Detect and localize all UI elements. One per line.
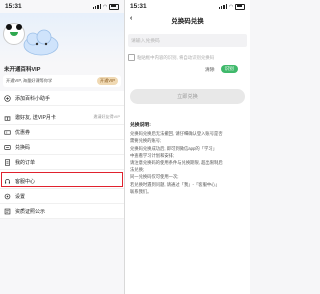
page-title: 兑换码兑换	[171, 18, 204, 25]
battery-icon	[109, 3, 119, 10]
plus-circle-icon	[4, 94, 11, 102]
notes-line: 请注意兑换码的使用条件与兑换期限, 超出限制后	[130, 160, 223, 166]
order-icon	[4, 158, 11, 166]
notes-line: 中查看学习计划和安排;	[130, 152, 175, 158]
notes-line: 若兑换时遇到问题, 请通过「我」-「客服中心」	[130, 181, 220, 187]
certificate-icon	[4, 208, 11, 215]
notes-title: 兑换说明:	[130, 123, 151, 128]
gear-icon	[4, 193, 11, 200]
status-time: 15:31	[5, 3, 22, 10]
battery-icon	[235, 3, 245, 10]
notes-line: 兑换码兑换成功后, 即可到微信app的「学习」	[130, 145, 217, 151]
menu-item-coupon[interactable]: 优惠券	[0, 125, 124, 140]
redeem-screen: 15:31 ◠ ‹ 兑换码兑换 请输入兑换码 粘贴框中内容的识别, 将自动识别兑…	[125, 0, 250, 294]
menu-list: 添加百科小助手 邀好友, 送VIP月卡 邀请好友得VIP 优惠券 兑换码 我的订…	[0, 91, 124, 219]
paste-hint: 粘贴框中内容的识别, 将自动识别兑换码	[137, 54, 215, 60]
menu-item-add-assistant[interactable]: 添加百科小助手	[0, 91, 124, 106]
cloud-mascot-icon	[23, 29, 59, 56]
back-arrow-icon[interactable]: ‹	[130, 15, 132, 22]
status-bar: 15:31 ◠	[125, 0, 250, 13]
redeem-icon	[4, 144, 11, 151]
status-time: 15:31	[130, 3, 147, 10]
recognize-button[interactable]: 识别	[220, 65, 238, 73]
paste-hint-row: 粘贴框中内容的识别, 将自动识别兑换码	[128, 54, 247, 61]
clear-button[interactable]: 清除	[205, 66, 215, 73]
vip-desc: 开通VIP, 海量好课等你学	[6, 78, 53, 83]
vip-card[interactable]: 开通VIP, 海量好课等你学 开通VIP	[3, 75, 121, 87]
signal-icon	[92, 4, 102, 9]
nav-bar: ‹ 兑换码兑换	[125, 15, 250, 25]
notes-line: 法兑换;	[130, 167, 145, 173]
redeem-now-button[interactable]: 立即兑换	[130, 89, 245, 104]
vip-title: 未开通百科VIP	[4, 67, 41, 73]
wifi-icon: ◠	[229, 3, 233, 10]
notes-line: 联系我们。	[130, 188, 152, 194]
redeem-code-input[interactable]: 请输入兑换码	[128, 34, 247, 47]
redeem-code-highlight	[1, 172, 123, 187]
menu-item-redeem-code[interactable]: 兑换码	[0, 140, 124, 155]
signal-icon	[218, 4, 228, 9]
input-actions: 清除 识别	[125, 65, 250, 73]
open-vip-button[interactable]: 开通VIP	[96, 77, 118, 85]
menu-item-certificates[interactable]: 资质证照公示	[0, 204, 124, 219]
notes-line: 同一兑换码仅可使用一次;	[130, 174, 179, 180]
wifi-icon: ◠	[103, 3, 107, 10]
status-bar: 15:31 ◠	[0, 0, 124, 13]
coupon-icon	[4, 129, 11, 136]
clipboard-icon	[128, 54, 135, 61]
gift-icon	[4, 114, 11, 121]
notes-line: 兑换码兑换后无法撤回, 请仔细确认登入账号是否	[130, 131, 223, 137]
profile-header	[0, 13, 124, 63]
menu-item-settings[interactable]: 设置	[0, 189, 124, 204]
menu-item-orders[interactable]: 我的订单	[0, 155, 124, 170]
notes-line: 需要兑换的账号;	[130, 138, 162, 144]
menu-item-invite[interactable]: 邀好友, 送VIP月卡 邀请好友得VIP	[0, 110, 124, 125]
redeem-notes: 兑换说明: 兑换码兑换后无法撤回, 请仔细确认登入账号是否 需要兑换的账号; 兑…	[125, 122, 250, 195]
profile-screen: 15:31 ◠ 未开通百科VIP 开通VIP, 海量好课等你学 开通VIP 添加…	[0, 0, 124, 294]
